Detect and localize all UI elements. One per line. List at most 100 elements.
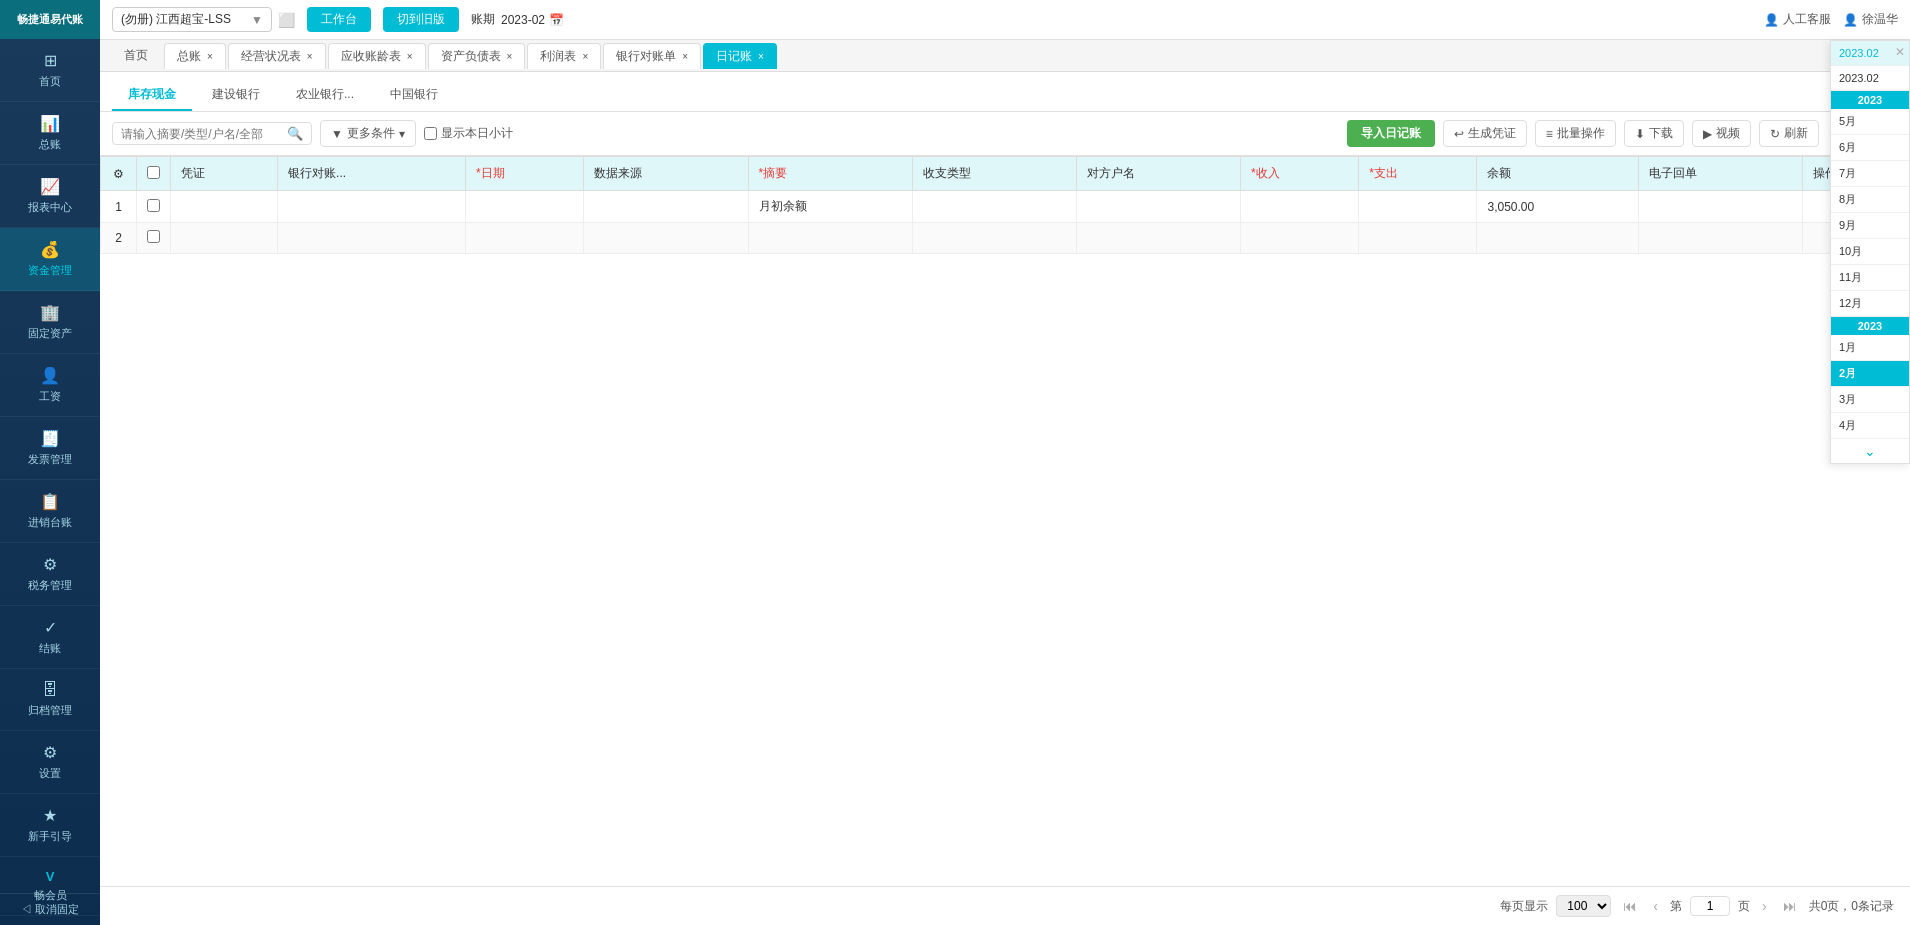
row1-checkbox[interactable] <box>137 191 171 223</box>
date-picker-close-icon[interactable]: ✕ <box>1895 45 1905 59</box>
sidebar-item-report[interactable]: 📈 报表中心 <box>0 165 100 228</box>
first-page-button[interactable]: ⏮ <box>1619 896 1641 916</box>
batch-op-button[interactable]: ≡ 批量操作 <box>1535 120 1616 147</box>
sidebar-item-settings[interactable]: ⚙ 设置 <box>0 731 100 794</box>
refresh-icon: ↻ <box>1770 127 1780 141</box>
close-icon[interactable]: × <box>582 51 588 62</box>
month-4[interactable]: 4月 <box>1831 413 1909 439</box>
date-picker-header-prev[interactable]: 2023.02 <box>1831 66 1909 91</box>
close-icon[interactable]: × <box>682 51 688 62</box>
tax-icon: ⚙ <box>43 555 57 574</box>
sidebar-item-label: 结账 <box>39 641 61 656</box>
tab-bank-statement[interactable]: 银行对账单 × <box>603 43 701 69</box>
tab-bank-statement-label: 银行对账单 <box>616 48 676 65</box>
sidebar-unpin[interactable]: ◁ 取消固定 <box>0 893 100 925</box>
show-daily-checkbox[interactable] <box>424 127 437 140</box>
search-input[interactable] <box>121 127 287 141</box>
month-2-active[interactable]: 2月 <box>1831 361 1909 387</box>
period-value: 2023-02 <box>501 13 545 27</box>
copy-icon[interactable]: ⬜ <box>278 12 295 28</box>
app-logo[interactable]: 畅捷通易代账 <box>0 0 100 39</box>
download-button[interactable]: ⬇ 下载 <box>1624 120 1684 147</box>
video-label: 视频 <box>1716 125 1740 142</box>
close-icon[interactable]: × <box>307 51 313 62</box>
generate-voucher-button[interactable]: ↩ 生成凭证 <box>1443 120 1527 147</box>
user-avatar-icon: 👤 <box>1843 13 1858 27</box>
customer-service[interactable]: 👤 人工客服 <box>1764 11 1831 28</box>
select-all-checkbox[interactable] <box>147 166 160 179</box>
col-settings[interactable]: ⚙ <box>101 157 137 191</box>
sidebar-item-home[interactable]: ⊞ 首页 <box>0 39 100 102</box>
row2-checkbox[interactable] <box>137 223 171 254</box>
tab-assets[interactable]: 资产负债表 × <box>428 43 526 69</box>
tab-profit[interactable]: 利润表 × <box>527 43 601 69</box>
month-11[interactable]: 11月 <box>1831 265 1909 291</box>
close-accounts-icon: ✓ <box>44 618 57 637</box>
month-8[interactable]: 8月 <box>1831 187 1909 213</box>
home-icon: ⊞ <box>44 51 57 70</box>
sidebar-item-invoice[interactable]: 🧾 发票管理 <box>0 417 100 480</box>
month-7[interactable]: 7月 <box>1831 161 1909 187</box>
filter-button[interactable]: ▼ 更多条件 ▾ <box>320 120 416 147</box>
month-3[interactable]: 3月 <box>1831 387 1909 413</box>
sidebar-item-finance[interactable]: 💰 资金管理 <box>0 228 100 291</box>
table-footer: 每页显示 100 50 200 ⏮ ‹ 第 页 › ⏭ 共0页，0条记录 <box>100 886 1910 925</box>
month-9[interactable]: 9月 <box>1831 213 1909 239</box>
prev-page-button[interactable]: ‹ <box>1649 896 1662 916</box>
tab-business[interactable]: 经营状况表 × <box>228 43 326 69</box>
import-button[interactable]: 导入日记账 <box>1347 120 1435 147</box>
sub-tab-china[interactable]: 中国银行 <box>374 80 454 111</box>
sidebar-item-fixed-assets[interactable]: 🏢 固定资产 <box>0 291 100 354</box>
month-12[interactable]: 12月 <box>1831 291 1909 317</box>
main-area: (勿册) 江西超宝-LSS ▼ ⬜ 工作台 切到旧版 账期 2023-02 📅 … <box>100 0 1910 925</box>
close-icon[interactable]: × <box>507 51 513 62</box>
tab-home[interactable]: 首页 <box>112 43 160 68</box>
close-icon[interactable]: × <box>407 51 413 62</box>
company-selector[interactable]: (勿册) 江西超宝-LSS ▼ <box>112 7 272 32</box>
sidebar-item-label: 首页 <box>39 74 61 89</box>
show-daily-checkbox-label[interactable]: 显示本日小计 <box>424 125 513 142</box>
row-checkbox[interactable] <box>147 199 160 212</box>
period-selector[interactable]: 账期 2023-02 📅 <box>471 11 564 28</box>
video-button[interactable]: ▶ 视频 <box>1692 120 1751 147</box>
tab-business-label: 经营状况表 <box>241 48 301 65</box>
tab-receivable[interactable]: 应收账龄表 × <box>328 43 426 69</box>
refresh-button[interactable]: ↻ 刷新 <box>1759 120 1819 147</box>
switch-version-button[interactable]: 切到旧版 <box>383 7 459 32</box>
sidebar-item-salary[interactable]: 👤 工资 <box>0 354 100 417</box>
next-page-button[interactable]: › <box>1758 896 1771 916</box>
filter-icon: ▼ <box>331 127 343 141</box>
per-page-select[interactable]: 100 50 200 <box>1556 895 1611 917</box>
row-checkbox[interactable] <box>147 230 160 243</box>
tab-ledger[interactable]: 总账 × <box>164 43 226 69</box>
sidebar-item-archive[interactable]: 🗄 归档管理 <box>0 669 100 731</box>
month-1[interactable]: 1月 <box>1831 335 1909 361</box>
calendar-icon[interactable]: 📅 <box>549 13 564 27</box>
user-profile[interactable]: 👤 徐温华 <box>1843 11 1898 28</box>
sidebar: 畅捷通易代账 ⊞ 首页 📊 总账 📈 报表中心 💰 资金管理 🏢 固定资产 👤 … <box>0 0 100 925</box>
last-page-button[interactable]: ⏭ <box>1779 896 1801 916</box>
sub-tab-construction[interactable]: 建设银行 <box>196 80 276 111</box>
sidebar-item-label: 发票管理 <box>28 452 72 467</box>
close-icon[interactable]: × <box>207 51 213 62</box>
col-date: *日期 <box>466 157 584 191</box>
month-5[interactable]: 5月 <box>1831 109 1909 135</box>
sidebar-item-tax[interactable]: ⚙ 税务管理 <box>0 543 100 606</box>
sidebar-item-close[interactable]: ✓ 结账 <box>0 606 100 669</box>
page-number-input[interactable] <box>1690 896 1730 916</box>
search-icon[interactable]: 🔍 <box>287 126 303 141</box>
month-10[interactable]: 10月 <box>1831 239 1909 265</box>
per-page-label: 每页显示 <box>1500 898 1548 915</box>
row1-bank-match <box>278 191 466 223</box>
sidebar-item-ledger[interactable]: 📊 总账 <box>0 102 100 165</box>
close-icon[interactable]: × <box>758 51 764 62</box>
sidebar-item-sales-ledger[interactable]: 📋 进销台账 <box>0 480 100 543</box>
sub-tab-cash[interactable]: 库存现金 <box>112 80 192 111</box>
sidebar-item-guide[interactable]: ★ 新手引导 <box>0 794 100 857</box>
date-picker-nav-down[interactable]: ⌄ <box>1831 439 1909 463</box>
tab-journal[interactable]: 日记账 × <box>703 43 777 69</box>
sub-tab-agriculture[interactable]: 农业银行... <box>280 80 370 111</box>
col-checkbox[interactable] <box>137 157 171 191</box>
workspace-button[interactable]: 工作台 <box>307 7 371 32</box>
month-6[interactable]: 6月 <box>1831 135 1909 161</box>
